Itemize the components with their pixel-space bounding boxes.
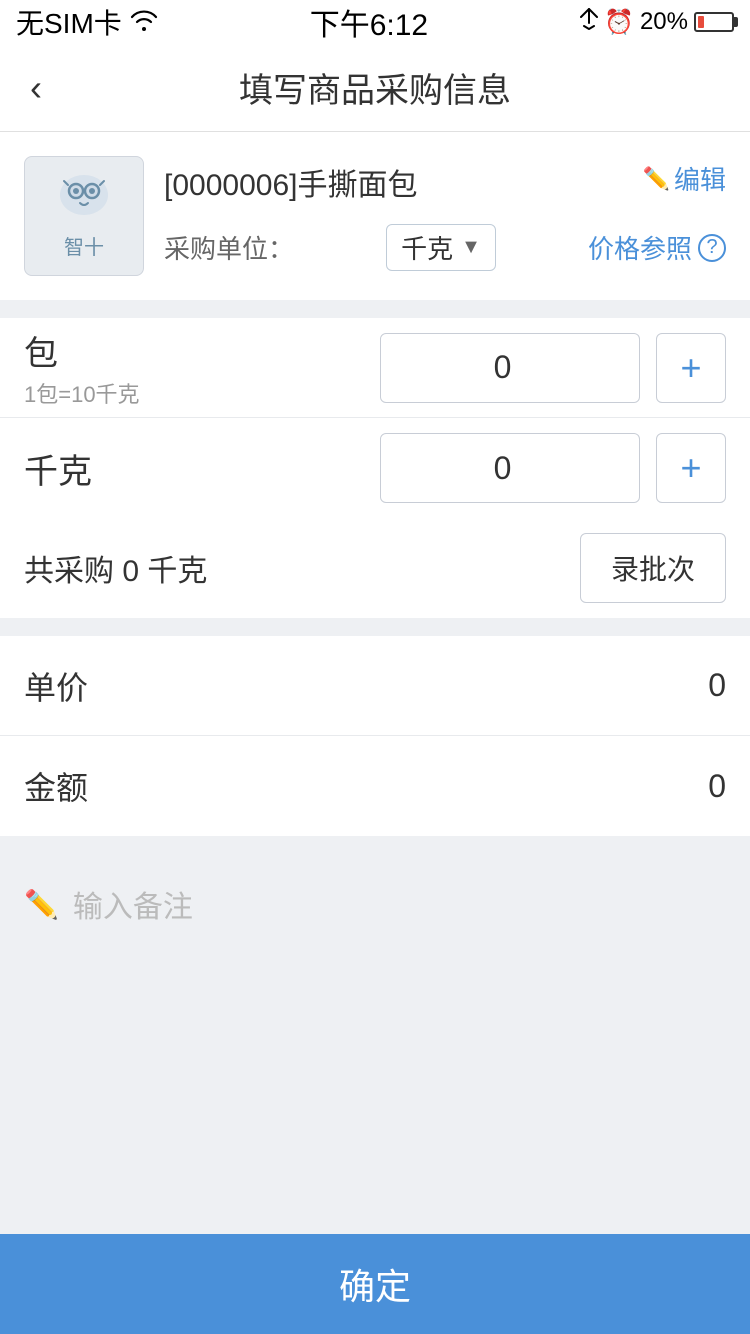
status-bar: 无SIM卡 下午6:12 ⏰ 20% [0,0,750,44]
battery-icon [694,12,734,32]
product-image: 智十 [24,156,144,276]
bao-label: 包 [24,326,140,375]
price-section: 单价 0 金额 0 [0,636,750,836]
note-placeholder: 输入备注 [73,882,193,926]
bao-plus-button[interactable]: + [656,333,726,403]
summary-text: 共采购 0 千克 [24,546,207,590]
edit-button[interactable]: ✏️ 编辑 [643,160,726,197]
batch-button[interactable]: 录批次 [580,533,726,603]
product-card: 智十 [0000006]手撕面包 ✏️ 编辑 采购单位： 千克 ▼ 价格参照 ? [0,132,750,300]
bao-input-right: + [140,333,726,403]
edit-icon: ✏️ [643,166,670,192]
bao-input-row: 包 1包=10千克 + [0,318,750,418]
price-ref-button[interactable]: 价格参照 ? [588,229,726,266]
bao-input[interactable] [380,333,640,403]
separator-1 [0,300,750,318]
nav-bar: ‹ 填写商品采购信息 [0,44,750,132]
product-header: [0000006]手撕面包 ✏️ 编辑 [164,160,726,204]
status-time: 下午6:12 [310,0,428,44]
summary-row: 共采购 0 千克 录批次 [0,518,750,618]
input-section: 包 1包=10千克 + 千克 + [0,318,750,518]
kg-plus-button[interactable]: + [656,433,726,503]
status-right: ⏰ 20% [580,8,734,37]
location-icon [580,8,598,37]
help-icon: ? [698,234,726,262]
carrier-text: 无SIM卡 [16,2,122,42]
confirm-button[interactable]: 确定 [0,1234,750,1334]
bao-label-group: 包 1包=10千克 [24,326,140,409]
wifi-icon [130,6,158,38]
kg-input-right: + [104,433,726,503]
amount-row: 金额 0 [0,736,750,836]
separator-3 [0,836,750,854]
product-unit-row: 采购单位： 千克 ▼ 价格参照 ? [164,224,726,271]
kg-input-row: 千克 + [0,418,750,518]
unit-price-row: 单价 0 [0,636,750,736]
product-logo-icon [58,173,110,227]
page-title: 填写商品采购信息 [239,63,511,112]
unit-label: 采购单位： [164,229,294,266]
brand-text: 智十 [64,231,104,260]
bao-sub-label: 1包=10千克 [24,377,140,409]
unit-value: 千克 [401,229,453,266]
pencil-icon: ✏️ [24,888,59,921]
alarm-icon: ⏰ [604,8,634,37]
amount-value: 0 [708,768,726,805]
separator-2 [0,618,750,636]
kg-label: 千克 [24,444,104,493]
kg-input[interactable] [380,433,640,503]
status-left: 无SIM卡 [16,2,158,42]
kg-label-group: 千克 [24,444,104,493]
note-section[interactable]: ✏️ 输入备注 [0,854,750,954]
unit-price-value: 0 [708,667,726,704]
product-info: [0000006]手撕面包 ✏️ 编辑 采购单位： 千克 ▼ 价格参照 ? [164,156,726,271]
unit-price-label: 单价 [24,663,88,709]
amount-label: 金额 [24,763,88,809]
unit-dropdown[interactable]: 千克 ▼ [386,224,496,271]
product-name: [0000006]手撕面包 [164,160,643,204]
battery-percent: 20% [640,8,688,36]
back-button[interactable]: ‹ [20,57,52,119]
dropdown-arrow-icon: ▼ [461,236,481,259]
